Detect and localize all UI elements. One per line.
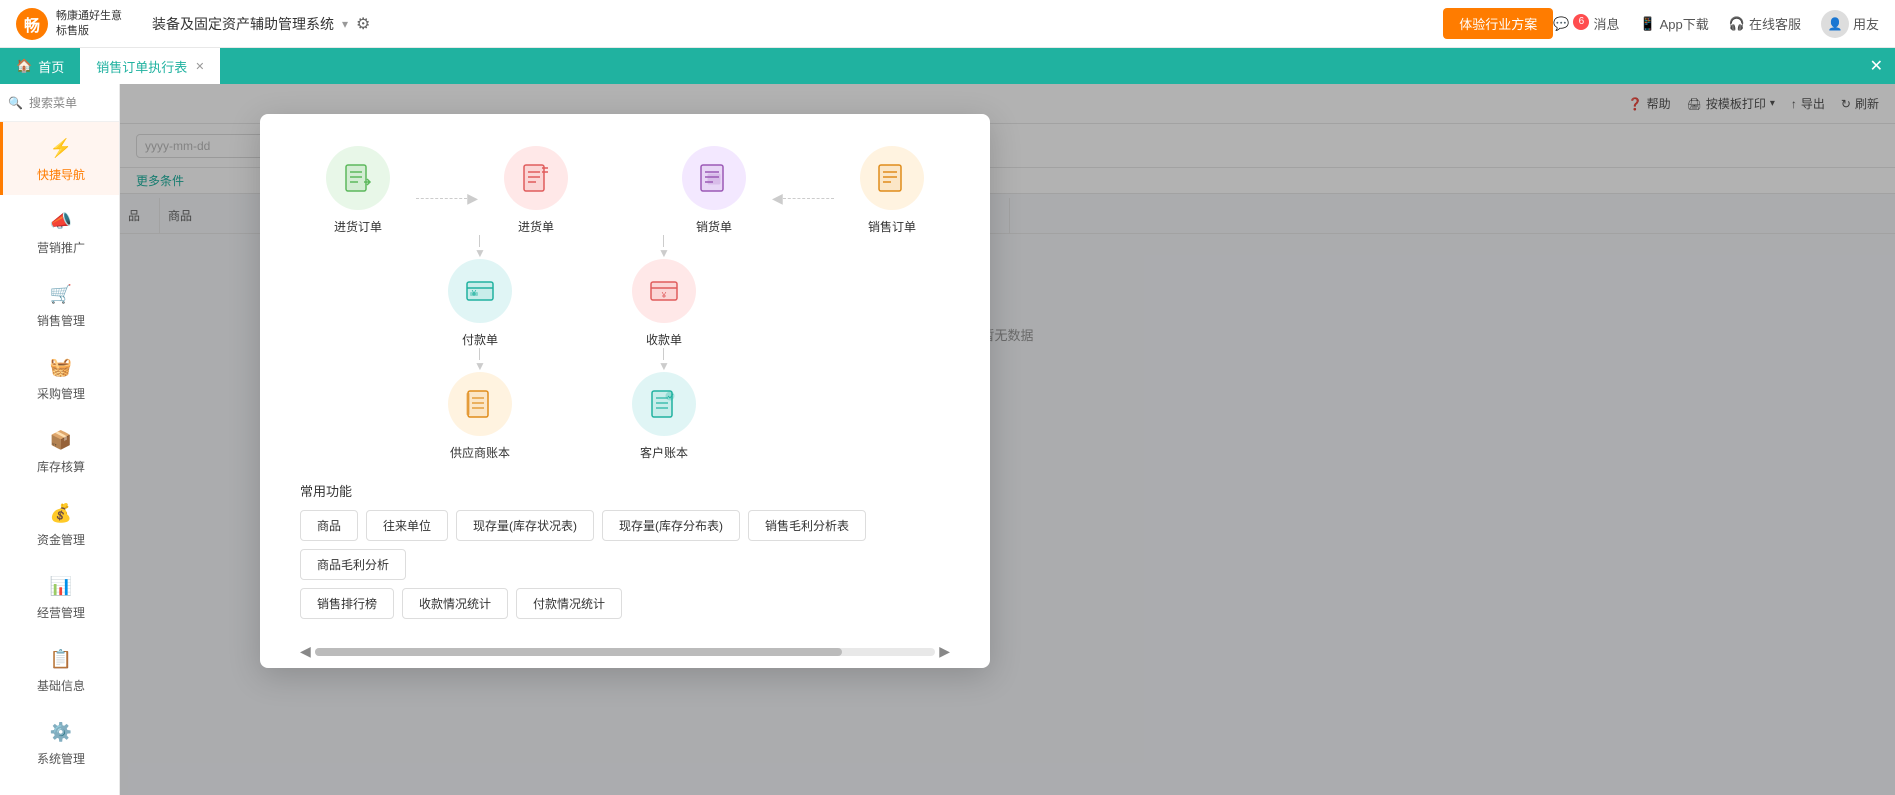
cf-btn-goods[interactable]: 商品 (300, 510, 358, 541)
inventory-icon: 📦 (47, 426, 75, 454)
common-functions-buttons-row1: 商品 往来单位 现存量(库存状况表) 现存量(库存分布表) 销售毛利分析表 商品… (300, 510, 950, 580)
cf-btn-stock-dist[interactable]: 现存量(库存分布表) (602, 510, 740, 541)
content-area: ❓ 帮助 🖨 按模板打印 ▾ ↑ 导出 ↻ 刷新 yyyy-mm-dd 📅 (120, 84, 1895, 795)
sidebar-item-marketing[interactable]: 📣 营销推广 (0, 195, 119, 268)
system-title: 装备及固定资产辅助管理系统 ▾ ⚙ (152, 14, 1443, 34)
messages-badge: 6 (1573, 14, 1589, 30)
home-icon: 🏠 (16, 58, 32, 74)
sidebar-item-system[interactable]: ⚙️ 系统管理 (0, 706, 119, 779)
sales-icon: 🛒 (47, 280, 75, 308)
sidebar-search[interactable]: 🔍 搜索菜单 (0, 84, 119, 122)
cf-btn-payment-stats[interactable]: 付款情况统计 (516, 588, 622, 619)
tab-sales-order[interactable]: 销售订单执行表 ✕ (80, 48, 220, 84)
purchase-icon: 🧺 (47, 353, 75, 381)
sidebar-item-operation[interactable]: 📊 经营管理 (0, 560, 119, 633)
common-functions-buttons-row2: 销售排行榜 收款情况统计 付款情况统计 (300, 588, 950, 619)
tab-bar: 🏠 首页 销售订单执行表 ✕ ✕ (0, 48, 1895, 84)
sidebar-item-sales[interactable]: 🛒 销售管理 (0, 268, 119, 341)
receipt-node[interactable]: ¥ 收款单 (604, 259, 724, 348)
sidebar-item-finance[interactable]: 💰 资金管理 (0, 487, 119, 560)
customer-ledger-circle[interactable] (632, 372, 696, 436)
payment-circle[interactable]: ¥ (448, 259, 512, 323)
cf-btn-stock-status[interactable]: 现存量(库存状况表) (456, 510, 594, 541)
sidebar-item-quick[interactable]: ⚡ 快捷导航 (0, 122, 119, 195)
supplier-ledger-node[interactable]: 供应商账本 (420, 372, 540, 461)
cf-btn-sales-profit[interactable]: 销售毛利分析表 (748, 510, 866, 541)
tab-close-icon[interactable]: ✕ (195, 60, 204, 73)
purchase-order-circle[interactable] (326, 146, 390, 210)
purchase-bill-circle[interactable] (504, 146, 568, 210)
svg-text:¥: ¥ (471, 289, 477, 298)
scrollbar-thumb (315, 648, 842, 656)
logo-icon: 畅 (16, 8, 48, 40)
payment-node[interactable]: ¥ 付款单 (420, 259, 540, 348)
quick-icon: ⚡ (47, 134, 75, 162)
customer-ledger-node[interactable]: 客户账本 (604, 372, 724, 461)
search-icon: 🔍 (8, 96, 23, 110)
scrollbar-left-icon[interactable]: ◀ (300, 643, 311, 660)
supplier-ledger-circle[interactable] (448, 372, 512, 436)
modal-overlay[interactable]: 进货订单 ▶ (120, 84, 1895, 795)
online-service-button[interactable]: 🎧 在线客服 (1729, 14, 1801, 33)
sidebar-item-purchase[interactable]: 🧺 采购管理 (0, 341, 119, 414)
messages-button[interactable]: 💬 6 消息 (1553, 14, 1619, 33)
tab-bar-close-icon[interactable]: ✕ (1870, 56, 1883, 76)
svg-text:¥: ¥ (661, 291, 667, 300)
trial-button[interactable]: 体验行业方案 (1443, 8, 1553, 39)
workflow-modal: 进货订单 ▶ (260, 114, 990, 668)
purchase-bill-node[interactable]: 进货单 (478, 146, 594, 235)
dropdown-arrow-icon[interactable]: ▾ (342, 17, 348, 31)
sales-order-circle[interactable] (860, 146, 924, 210)
scrollbar-right-icon[interactable]: ▶ (939, 643, 950, 660)
headset-icon: 🎧 (1729, 16, 1745, 32)
marketing-icon: 📣 (47, 207, 75, 235)
logo-text: 畅康通好生意 标售版 (56, 9, 122, 38)
sidebar-item-basic[interactable]: 📋 基础信息 (0, 633, 119, 706)
settings-icon[interactable]: ⚙ (356, 14, 370, 34)
sidebar: 🔍 搜索菜单 ⚡ 快捷导航 📣 营销推广 🛒 销售管理 🧺 采购管理 📦 库存核… (0, 84, 120, 795)
app-download-button[interactable]: 📱 App下载 (1639, 14, 1708, 33)
purchase-order-node[interactable]: 进货订单 (300, 146, 416, 235)
top-header: 畅 畅康通好生意 标售版 装备及固定资产辅助管理系统 ▾ ⚙ 体验行业方案 💬 … (0, 0, 1895, 48)
finance-icon: 💰 (47, 499, 75, 527)
sidebar-item-inventory[interactable]: 📦 库存核算 (0, 414, 119, 487)
sales-bill-node[interactable]: 销货单 (656, 146, 772, 235)
workflow-area: 进货订单 ▶ (260, 114, 990, 481)
cf-btn-goods-profit[interactable]: 商品毛利分析 (300, 549, 406, 580)
sales-order-node[interactable]: 销售订单 (834, 146, 950, 235)
system-icon: ⚙️ (47, 718, 75, 746)
common-functions-title: 常用功能 (300, 481, 950, 500)
cf-btn-partners[interactable]: 往来单位 (366, 510, 448, 541)
operation-icon: 📊 (47, 572, 75, 600)
scrollbar-track[interactable] (315, 648, 935, 656)
user-menu[interactable]: 👤 用友 (1821, 10, 1879, 38)
tab-home[interactable]: 🏠 首页 (0, 48, 80, 84)
cf-btn-sales-rank[interactable]: 销售排行榜 (300, 588, 394, 619)
header-right: 💬 6 消息 📱 App下载 🎧 在线客服 👤 用友 (1553, 10, 1879, 38)
basic-icon: 📋 (47, 645, 75, 673)
sidebar-item-corp[interactable]: 🤝 企业协同 (0, 779, 119, 795)
avatar: 👤 (1821, 10, 1849, 38)
common-functions: 常用功能 商品 往来单位 现存量(库存状况表) 现存量(库存分布表) 销售毛利分… (260, 481, 990, 643)
message-icon: 💬 (1553, 16, 1569, 32)
cf-btn-receipt-stats[interactable]: 收款情况统计 (402, 588, 508, 619)
receipt-circle[interactable]: ¥ (632, 259, 696, 323)
sales-bill-circle[interactable] (682, 146, 746, 210)
logo-area: 畅 畅康通好生意 标售版 (16, 8, 136, 40)
corp-icon: 🤝 (47, 791, 75, 795)
phone-icon: 📱 (1639, 16, 1655, 32)
main-layout: 🔍 搜索菜单 ⚡ 快捷导航 📣 营销推广 🛒 销售管理 🧺 采购管理 📦 库存核… (0, 84, 1895, 795)
scrollbar: ◀ ▶ (260, 643, 990, 668)
